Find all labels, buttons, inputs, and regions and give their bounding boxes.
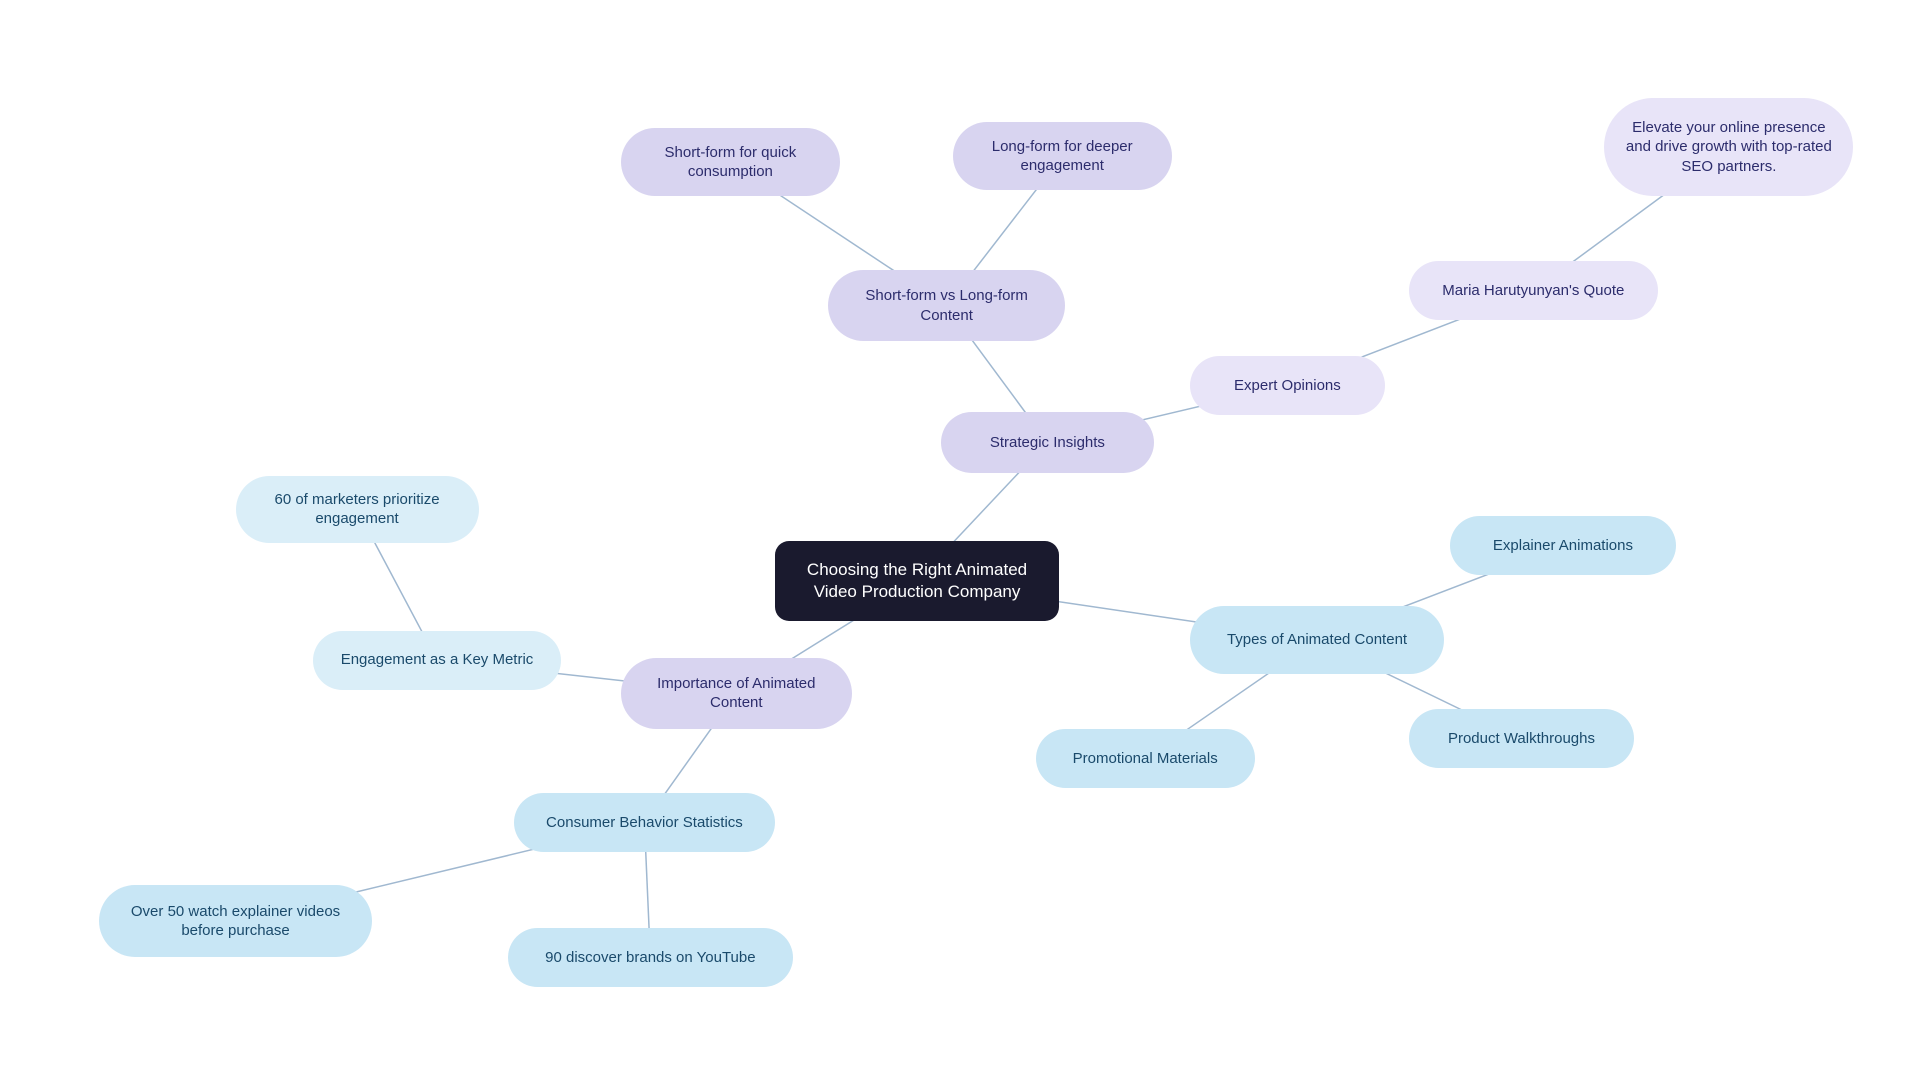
node-label-promotional: Promotional Materials	[1073, 749, 1218, 769]
node-center[interactable]: Choosing the Right Animated Video Produc…	[775, 541, 1059, 621]
node-long_form[interactable]: Long-form for deeper engagement	[953, 122, 1172, 190]
node-label-strategic_insights: Strategic Insights	[990, 433, 1105, 453]
node-label-short_form: Short-form for quick consumption	[641, 143, 820, 182]
node-importance[interactable]: Importance of Animated Content	[621, 658, 852, 729]
node-product_walkthroughs[interactable]: Product Walkthroughs	[1409, 709, 1634, 768]
mind-map-canvas: Choosing the Right Animated Video Produc…	[0, 0, 1920, 1083]
node-label-long_form: Long-form for deeper engagement	[973, 137, 1152, 176]
node-short_form[interactable]: Short-form for quick consumption	[621, 128, 840, 196]
node-expert_opinions[interactable]: Expert Opinions	[1190, 356, 1386, 415]
node-label-types_animated: Types of Animated Content	[1227, 630, 1407, 650]
node-engagement_metric[interactable]: Engagement as a Key Metric	[313, 631, 562, 690]
node-consumer_behavior[interactable]: Consumer Behavior Statistics	[514, 793, 775, 852]
node-explainer[interactable]: Explainer Animations	[1450, 516, 1675, 575]
node-maria_quote[interactable]: Maria Harutyunyan's Quote	[1409, 261, 1658, 320]
node-label-engagement_metric: Engagement as a Key Metric	[341, 650, 534, 670]
node-label-60_marketers: 60 of marketers prioritize engagement	[256, 490, 459, 529]
node-label-maria_quote: Maria Harutyunyan's Quote	[1442, 281, 1624, 301]
node-strategic_insights[interactable]: Strategic Insights	[941, 412, 1154, 474]
node-promotional[interactable]: Promotional Materials	[1036, 729, 1255, 788]
node-over50[interactable]: Over 50 watch explainer videos before pu…	[99, 885, 372, 956]
node-label-over50: Over 50 watch explainer videos before pu…	[119, 902, 352, 941]
node-label-consumer_behavior: Consumer Behavior Statistics	[546, 813, 743, 833]
node-elevate[interactable]: Elevate your online presence and drive g…	[1604, 98, 1853, 196]
node-label-importance: Importance of Animated Content	[641, 674, 832, 713]
node-label-90_youtube: 90 discover brands on YouTube	[545, 948, 755, 968]
node-label-elevate: Elevate your online presence and drive g…	[1624, 118, 1833, 177]
node-label-expert_opinions: Expert Opinions	[1234, 376, 1341, 396]
node-label-center: Choosing the Right Animated Video Produc…	[795, 559, 1039, 603]
node-60_marketers[interactable]: 60 of marketers prioritize engagement	[236, 476, 479, 544]
node-label-explainer: Explainer Animations	[1493, 536, 1633, 556]
node-label-product_walkthroughs: Product Walkthroughs	[1448, 729, 1595, 749]
node-90_youtube[interactable]: 90 discover brands on YouTube	[508, 928, 792, 987]
node-label-short_long_content: Short-form vs Long-form Content	[848, 286, 1045, 325]
node-types_animated[interactable]: Types of Animated Content	[1190, 606, 1445, 674]
node-short_long_content[interactable]: Short-form vs Long-form Content	[828, 270, 1065, 341]
